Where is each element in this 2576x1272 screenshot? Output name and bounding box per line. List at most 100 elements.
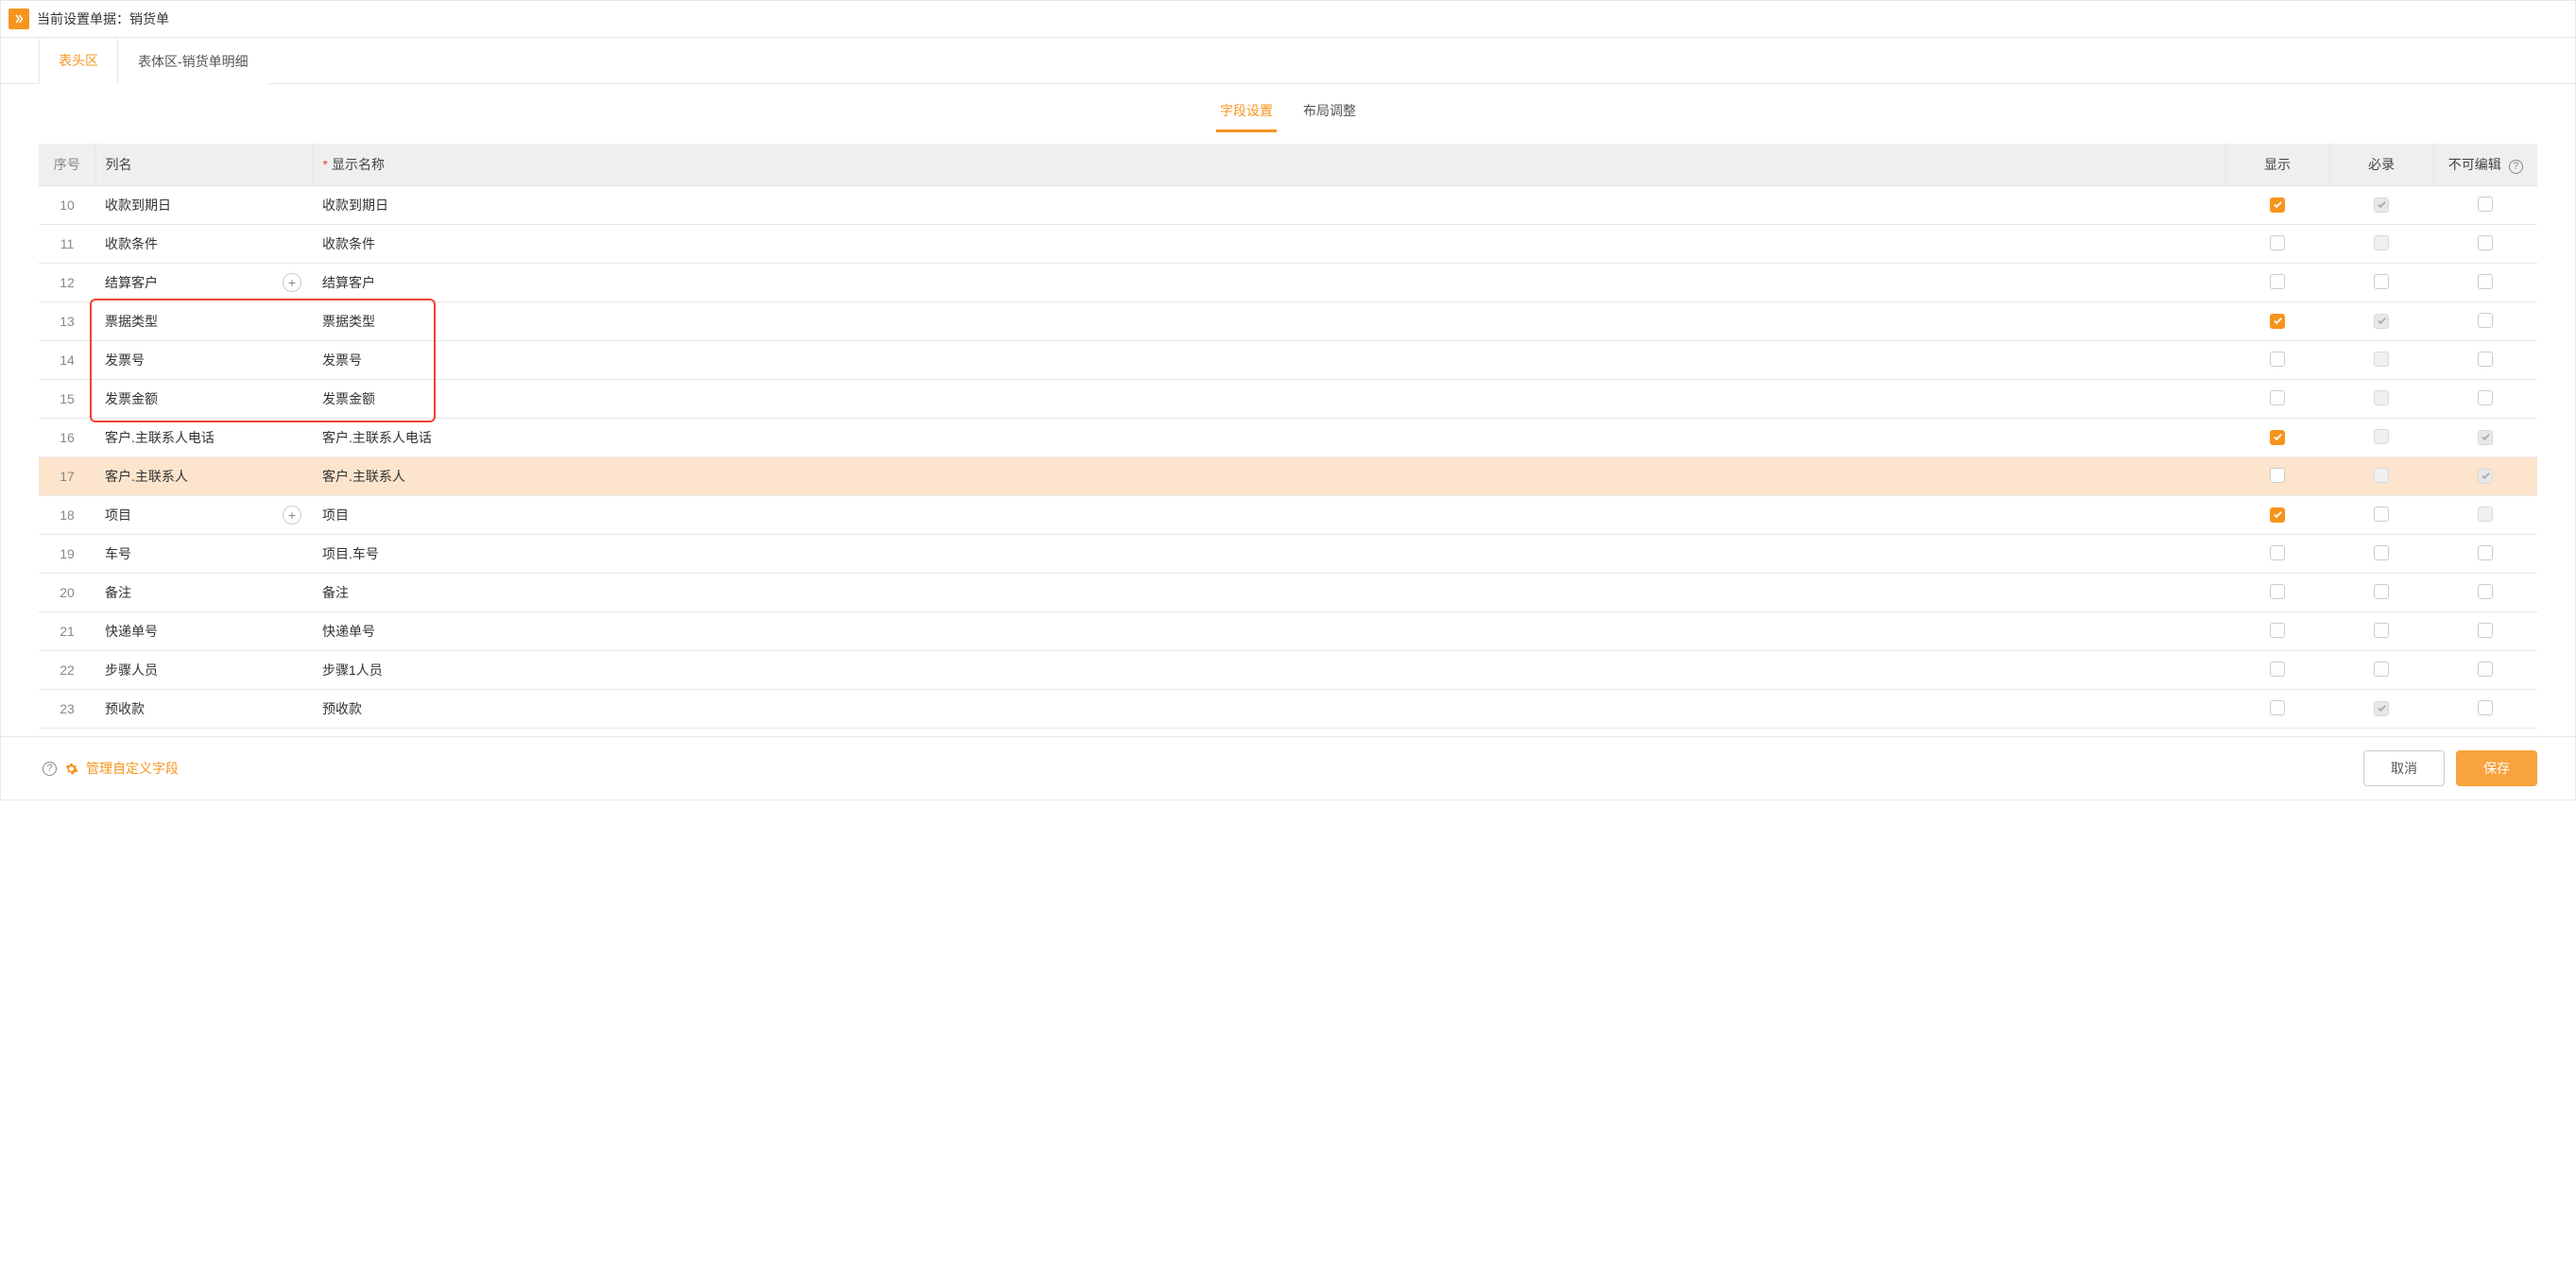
cell-col-name: 预收款 — [95, 690, 313, 729]
display-checkbox[interactable] — [2270, 584, 2285, 599]
cell-display-name[interactable]: 客户.主联系人电话 — [313, 419, 2225, 457]
table-row: 20备注备注 — [39, 574, 2537, 612]
cell-noedit-checkbox — [2433, 496, 2537, 535]
display-checkbox[interactable] — [2270, 430, 2285, 445]
required-checkbox — [2374, 701, 2389, 716]
required-checkbox — [2374, 235, 2389, 250]
table-row: 23预收款预收款 — [39, 690, 2537, 729]
display-checkbox[interactable] — [2270, 390, 2285, 405]
required-checkbox[interactable] — [2374, 584, 2389, 599]
noedit-checkbox[interactable] — [2478, 700, 2493, 715]
footer-help-icon[interactable]: ? — [43, 762, 57, 776]
display-checkbox[interactable] — [2270, 700, 2285, 715]
cell-display-checkbox — [2225, 612, 2329, 651]
cell-display-name[interactable]: 收款到期日 — [313, 186, 2225, 225]
display-checkbox[interactable] — [2270, 623, 2285, 638]
sub-tab-0[interactable]: 字段设置 — [1216, 101, 1277, 132]
tab-1[interactable]: 表体区-销货单明细 — [118, 38, 268, 84]
required-checkbox[interactable] — [2374, 274, 2389, 289]
cell-display-name[interactable]: 项目.车号 — [313, 535, 2225, 574]
noedit-checkbox[interactable] — [2478, 274, 2493, 289]
noedit-checkbox[interactable] — [2478, 623, 2493, 638]
noedit-checkbox — [2478, 430, 2493, 445]
cell-required-checkbox — [2329, 419, 2433, 457]
manage-custom-fields-link[interactable]: 管理自定义字段 — [86, 759, 179, 778]
cancel-button[interactable]: 取消 — [2363, 750, 2445, 786]
table-row: 17客户.主联系人客户.主联系人 — [39, 457, 2537, 496]
required-checkbox — [2374, 352, 2389, 367]
noedit-checkbox[interactable] — [2478, 390, 2493, 405]
help-icon[interactable]: ? — [2509, 160, 2523, 174]
display-checkbox[interactable] — [2270, 352, 2285, 367]
sub-tab-1[interactable]: 布局调整 — [1299, 101, 1360, 132]
cell-display-name[interactable]: 备注 — [313, 574, 2225, 612]
cell-required-checkbox — [2329, 574, 2433, 612]
cell-noedit-checkbox — [2433, 341, 2537, 380]
display-checkbox[interactable] — [2270, 274, 2285, 289]
required-checkbox[interactable] — [2374, 507, 2389, 522]
table-row: 11收款条件收款条件 — [39, 225, 2537, 264]
cell-required-checkbox — [2329, 264, 2433, 302]
noedit-checkbox[interactable] — [2478, 197, 2493, 212]
plus-icon[interactable]: + — [283, 273, 301, 292]
header-title-prefix: 当前设置单据： — [37, 9, 129, 28]
display-checkbox[interactable] — [2270, 235, 2285, 250]
noedit-checkbox[interactable] — [2478, 352, 2493, 367]
cell-required-checkbox — [2329, 457, 2433, 496]
cell-display-name[interactable]: 客户.主联系人 — [313, 457, 2225, 496]
table-row: 22步骤人员步骤1人员 — [39, 651, 2537, 690]
noedit-checkbox[interactable] — [2478, 545, 2493, 560]
cell-display-name[interactable]: 结算客户 — [313, 264, 2225, 302]
th-required: 必录 — [2329, 144, 2433, 186]
table-row: 14发票号发票号 — [39, 341, 2537, 380]
save-button[interactable]: 保存 — [2456, 750, 2537, 786]
cell-display-name[interactable]: 预收款 — [313, 690, 2225, 729]
header-title-value: 销货单 — [129, 9, 169, 28]
noedit-checkbox[interactable] — [2478, 235, 2493, 250]
noedit-checkbox[interactable] — [2478, 313, 2493, 328]
required-checkbox[interactable] — [2374, 662, 2389, 677]
display-checkbox[interactable] — [2270, 468, 2285, 483]
cell-display-name[interactable]: 发票号 — [313, 341, 2225, 380]
expand-icon[interactable] — [9, 9, 29, 29]
cell-display-name[interactable]: 步骤1人员 — [313, 651, 2225, 690]
cell-required-checkbox — [2329, 341, 2433, 380]
table-row: 19车号项目.车号 — [39, 535, 2537, 574]
cell-noedit-checkbox — [2433, 690, 2537, 729]
cell-col-name: 客户.主联系人电话 — [95, 419, 313, 457]
cell-required-checkbox — [2329, 380, 2433, 419]
footer-buttons: 取消 保存 — [2363, 750, 2537, 786]
display-checkbox[interactable] — [2270, 545, 2285, 560]
th-display: 显示 — [2225, 144, 2329, 186]
required-checkbox[interactable] — [2374, 623, 2389, 638]
plus-icon[interactable]: + — [283, 506, 301, 524]
cell-display-name[interactable]: 快递单号 — [313, 612, 2225, 651]
cell-index: 10 — [39, 186, 95, 225]
cell-display-checkbox — [2225, 496, 2329, 535]
th-display-name: *显示名称 — [313, 144, 2225, 186]
sub-tabs: 字段设置布局调整 — [1, 84, 2575, 132]
cell-display-name[interactable]: 发票金额 — [313, 380, 2225, 419]
th-index: 序号 — [39, 144, 95, 186]
table-row: 21快递单号快递单号 — [39, 612, 2537, 651]
cell-required-checkbox — [2329, 302, 2433, 341]
display-checkbox[interactable] — [2270, 314, 2285, 329]
cell-col-name: 备注 — [95, 574, 313, 612]
tab-0[interactable]: 表头区 — [39, 37, 118, 84]
cell-noedit-checkbox — [2433, 457, 2537, 496]
noedit-checkbox[interactable] — [2478, 584, 2493, 599]
required-checkbox — [2374, 390, 2389, 405]
cell-display-checkbox — [2225, 341, 2329, 380]
display-checkbox[interactable] — [2270, 198, 2285, 213]
cell-required-checkbox — [2329, 535, 2433, 574]
noedit-checkbox[interactable] — [2478, 662, 2493, 677]
cell-col-name: 车号 — [95, 535, 313, 574]
cell-display-name[interactable]: 收款条件 — [313, 225, 2225, 264]
cell-display-checkbox — [2225, 690, 2329, 729]
display-checkbox[interactable] — [2270, 662, 2285, 677]
display-checkbox[interactable] — [2270, 507, 2285, 523]
cell-display-name[interactable]: 项目 — [313, 496, 2225, 535]
cell-display-name[interactable]: 票据类型 — [313, 302, 2225, 341]
required-checkbox[interactable] — [2374, 545, 2389, 560]
cell-index: 17 — [39, 457, 95, 496]
